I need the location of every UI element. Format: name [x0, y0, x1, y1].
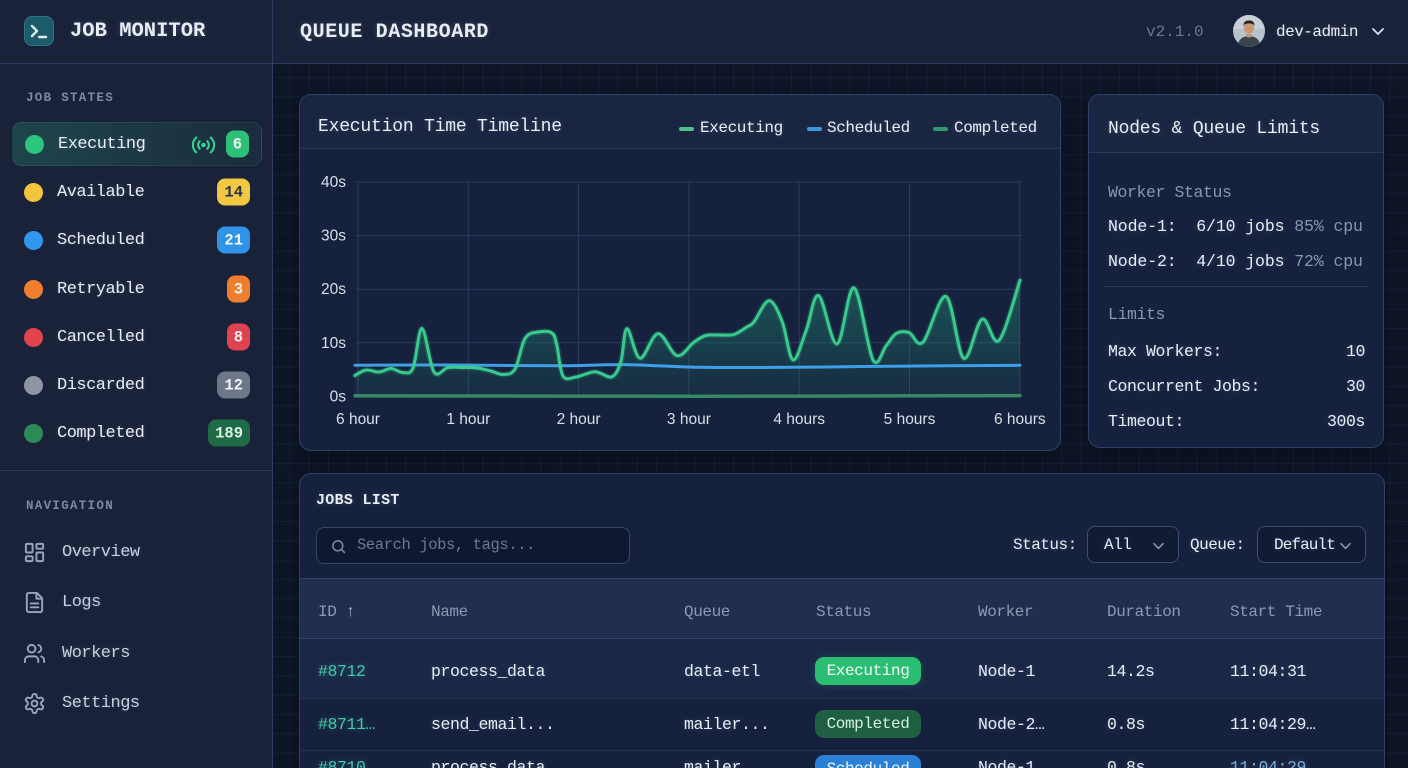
svg-text:2 hour: 2 hour — [557, 411, 601, 428]
svg-text:40s: 40s — [321, 174, 346, 191]
svg-text:1 hour: 1 hour — [446, 411, 490, 428]
svg-text:3 hour: 3 hour — [667, 411, 711, 428]
svg-text:30s: 30s — [321, 228, 346, 245]
svg-text:5 hours: 5 hours — [884, 411, 936, 428]
svg-text:20s: 20s — [321, 281, 346, 298]
svg-text:6 hours: 6 hours — [994, 411, 1046, 428]
svg-text:4 hours: 4 hours — [773, 411, 825, 428]
svg-text:0s: 0s — [330, 388, 347, 405]
svg-text:10s: 10s — [321, 335, 346, 352]
svg-text:6 hour: 6 hour — [336, 411, 380, 428]
